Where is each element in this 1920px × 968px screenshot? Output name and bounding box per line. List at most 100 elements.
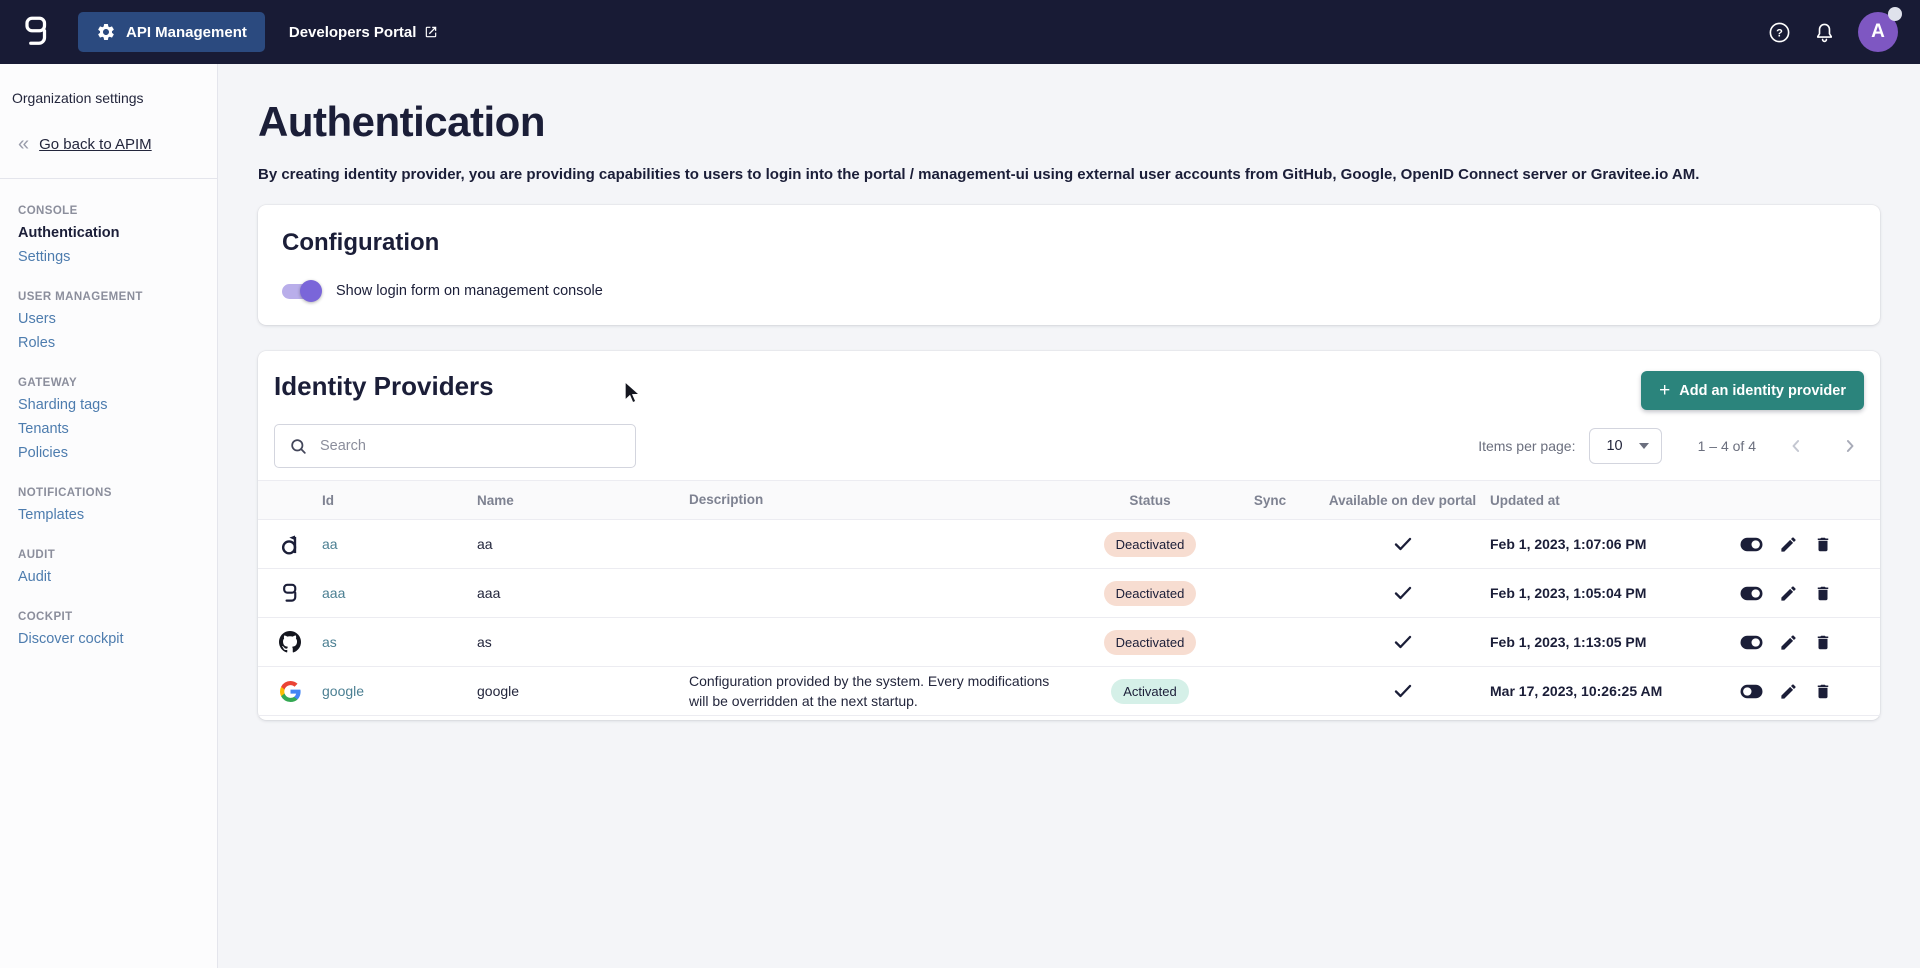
column-header-id: Id — [322, 493, 477, 508]
delete-button[interactable] — [1814, 633, 1832, 652]
identity-provider-row: aa aa Deactivated Feb 1, 2023, 1:07:06 PM — [258, 520, 1880, 569]
row-actions — [1740, 584, 1880, 603]
sidebar-item-users[interactable]: Users — [18, 311, 207, 327]
edit-button[interactable] — [1779, 682, 1798, 701]
chevrons-left-icon: « — [18, 134, 29, 154]
available-on-dev-portal-cell — [1315, 535, 1490, 553]
row-actions — [1740, 682, 1880, 701]
add-identity-provider-button[interactable]: + Add an identity provider — [1641, 371, 1864, 410]
sidebar-section-heading: AUDIT — [18, 549, 207, 561]
configuration-title: Configuration — [282, 229, 1856, 257]
previous-page-button[interactable] — [1782, 432, 1810, 460]
show-login-form-toggle[interactable] — [282, 284, 320, 299]
provider-name: google — [477, 683, 689, 699]
identity-providers-card: Identity Providers + Add an identity pro… — [258, 351, 1880, 720]
status-badge: Deactivated — [1104, 581, 1197, 606]
add-identity-provider-label: Add an identity provider — [1679, 383, 1846, 399]
items-per-page-value: 10 — [1606, 438, 1622, 454]
sidebar-item-templates[interactable]: Templates — [18, 507, 207, 523]
provider-id-link[interactable]: aa — [322, 536, 338, 552]
provider-id-link[interactable]: as — [322, 634, 337, 650]
notifications-button[interactable] — [1813, 21, 1836, 44]
items-per-page-label: Items per page: — [1478, 438, 1575, 454]
provider-id-link[interactable]: google — [322, 683, 364, 699]
provider-name: aa — [477, 536, 689, 552]
column-header-updated-at: Updated at — [1490, 493, 1740, 508]
external-link-icon — [424, 25, 438, 39]
check-icon — [1393, 633, 1413, 651]
help-button[interactable]: ? — [1768, 21, 1791, 44]
row-actions — [1740, 633, 1880, 652]
activate-toggle-button[interactable] — [1740, 684, 1763, 699]
sidebar-section-heading: COCKPIT — [18, 611, 207, 623]
column-header-sync: Sync — [1225, 493, 1315, 508]
top-navbar: API Management Developers Portal ? — [0, 0, 1920, 64]
go-back-to-apim-link[interactable]: « Go back to APIM — [18, 134, 207, 154]
provider-updated-at: Feb 1, 2023, 1:07:06 PM — [1490, 536, 1740, 552]
sidebar: Organization settings « Go back to APIM … — [0, 64, 218, 968]
main-content: Authentication By creating identity prov… — [218, 64, 1920, 968]
toggle-thumb — [300, 280, 322, 302]
gravitee-logo-icon[interactable] — [22, 13, 56, 51]
sidebar-item-sharding-tags[interactable]: Sharding tags — [18, 397, 207, 413]
google-icon — [258, 681, 322, 702]
activate-toggle-button[interactable] — [1740, 537, 1763, 552]
identity-provider-row: googlegoogleConfiguration provided by th… — [258, 667, 1880, 716]
check-icon — [1393, 682, 1413, 700]
row-actions — [1740, 535, 1880, 554]
available-on-dev-portal-cell — [1315, 682, 1490, 700]
available-on-dev-portal-cell — [1315, 633, 1490, 651]
check-icon — [1393, 584, 1413, 602]
sidebar-title: Organization settings — [12, 90, 207, 106]
developers-portal-link[interactable]: Developers Portal — [289, 24, 439, 41]
toggle-label: Show login form on management console — [336, 283, 603, 299]
edit-button[interactable] — [1779, 633, 1798, 652]
activate-toggle-button[interactable] — [1740, 586, 1763, 601]
next-page-button[interactable] — [1836, 432, 1864, 460]
provider-description: Configuration provided by the system. Ev… — [689, 671, 1075, 712]
provider-name: as — [477, 634, 689, 650]
sidebar-item-settings[interactable]: Settings — [18, 249, 207, 265]
chevron-left-icon — [1786, 436, 1806, 456]
sidebar-section-heading: NOTIFICATIONS — [18, 487, 207, 499]
sidebar-item-tenants[interactable]: Tenants — [18, 421, 207, 437]
column-header-available-on-dev-portal: Available on dev portal — [1315, 493, 1490, 508]
delete-button[interactable] — [1814, 535, 1832, 554]
sidebar-section-heading: CONSOLE — [18, 205, 207, 217]
status-badge: Activated — [1111, 679, 1188, 704]
sidebar-item-authentication[interactable]: Authentication — [18, 225, 207, 241]
oidc-icon — [258, 533, 322, 556]
provider-updated-at: Feb 1, 2023, 1:13:05 PM — [1490, 634, 1740, 650]
api-management-label: API Management — [126, 24, 247, 41]
configuration-card: Configuration Show login form on managem… — [258, 205, 1880, 325]
search-box — [274, 424, 636, 468]
user-avatar[interactable]: A — [1858, 12, 1898, 52]
svg-text:?: ? — [1776, 27, 1783, 39]
edit-button[interactable] — [1779, 535, 1798, 554]
provider-id-link[interactable]: aaa — [322, 585, 345, 601]
items-per-page-select[interactable]: 10 — [1589, 428, 1661, 464]
search-input[interactable] — [320, 438, 621, 454]
api-management-button[interactable]: API Management — [78, 12, 265, 52]
provider-updated-at: Feb 1, 2023, 1:05:04 PM — [1490, 585, 1740, 601]
pagination-range-label: 1 – 4 of 4 — [1698, 438, 1756, 454]
github-icon — [258, 631, 322, 653]
column-header-name: Name — [477, 493, 689, 508]
delete-button[interactable] — [1814, 682, 1832, 701]
go-back-label: Go back to APIM — [39, 136, 152, 153]
sidebar-item-policies[interactable]: Policies — [18, 445, 207, 461]
activate-toggle-button[interactable] — [1740, 635, 1763, 650]
provider-updated-at: Mar 17, 2023, 10:26:25 AM — [1490, 683, 1740, 699]
sidebar-item-discover-cockpit[interactable]: Discover cockpit — [18, 631, 207, 647]
help-icon: ? — [1768, 21, 1791, 44]
edit-button[interactable] — [1779, 584, 1798, 603]
chevron-right-icon — [1840, 436, 1860, 456]
sidebar-item-audit[interactable]: Audit — [18, 569, 207, 585]
caret-down-icon — [1639, 443, 1649, 449]
delete-button[interactable] — [1814, 584, 1832, 603]
sidebar-item-roles[interactable]: Roles — [18, 335, 207, 351]
available-on-dev-portal-cell — [1315, 584, 1490, 602]
gravitee-icon — [258, 582, 322, 605]
status-badge: Deactivated — [1104, 532, 1197, 557]
sidebar-nav: CONSOLEAuthenticationSettingsUSER MANAGE… — [12, 205, 207, 647]
